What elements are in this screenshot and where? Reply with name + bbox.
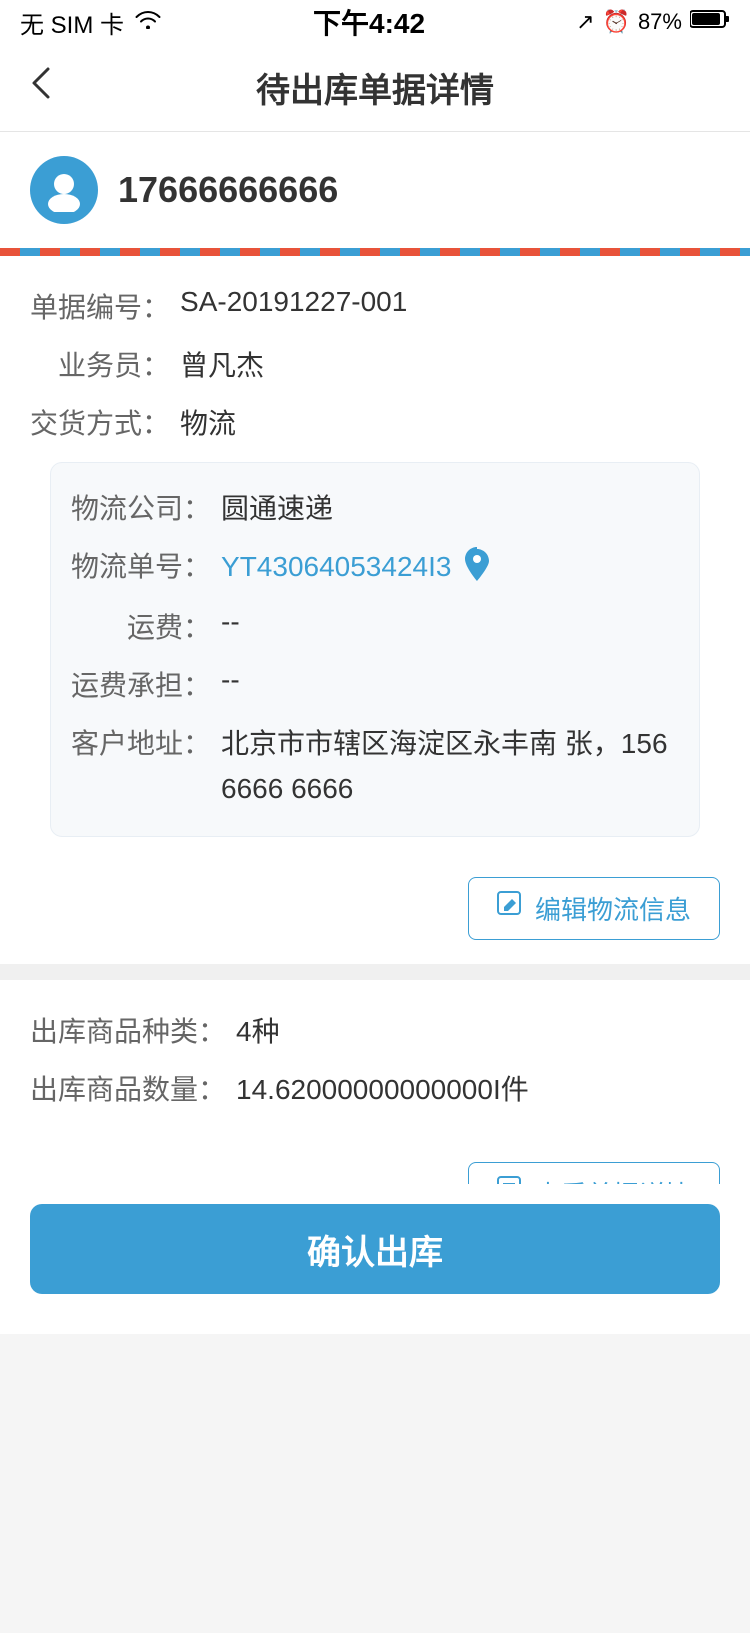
freight-bear-value: -- (221, 664, 679, 696)
logistics-tracking-row: 物流单号： YT43064053424I3 (71, 545, 679, 588)
salesman-value: 曾凡杰 (180, 344, 720, 384)
product-type-row: 出库商品种类： 4种 (30, 1010, 720, 1050)
freight-bear-row: 运费承担： -- (71, 664, 679, 704)
customer-header: 17666666666 (0, 132, 750, 248)
section-separator (0, 964, 750, 980)
logistics-card: 物流公司： 圆通速递 物流单号： YT43064053424I3 运费： (50, 462, 700, 837)
confirm-outbound-button[interactable]: 确认出库 (30, 1204, 720, 1294)
product-summary: 出库商品种类： 4种 出库商品数量： 14.62000000000000I件 (0, 980, 750, 1146)
location-pin-icon[interactable] (461, 545, 493, 588)
freight-label: 运费： (71, 606, 211, 646)
salesman-row: 业务员： 曾凡杰 (30, 344, 720, 384)
product-type-value: 4种 (236, 1010, 720, 1050)
delivery-label: 交货方式： (30, 402, 170, 442)
page-title: 待出库单据详情 (256, 63, 494, 112)
battery-icon (690, 9, 730, 35)
freight-value: -- (221, 606, 679, 638)
edit-logistics-label: 编辑物流信息 (535, 890, 691, 927)
edit-logistics-button[interactable]: 编辑物流信息 (468, 877, 720, 940)
logistics-company-row: 物流公司： 圆通速递 (71, 487, 679, 527)
content-scroll: 17666666666 单据编号： SA-20191227-001 业务员： 曾… (0, 132, 750, 1633)
freight-bear-label: 运费承担： (71, 664, 211, 704)
carrier-text: 无 SIM 卡 (20, 5, 124, 40)
document-number-row: 单据编号： SA-20191227-001 (30, 286, 720, 326)
status-left: 无 SIM 卡 (20, 5, 162, 40)
logistics-tracking-label: 物流单号： (71, 545, 211, 585)
battery-percent: 87% (638, 9, 682, 35)
status-time: 下午4:42 (313, 2, 425, 42)
address-value: 北京市市辖区海淀区永丰南 张，156 6666 6666 (221, 722, 679, 812)
edit-btn-row: 编辑物流信息 (0, 857, 750, 964)
salesman-label: 业务员： (30, 344, 170, 384)
address-row: 客户地址： 北京市市辖区海淀区永丰南 张，156 6666 6666 (71, 722, 679, 812)
product-quantity-value: 14.62000000000000I件 (236, 1068, 720, 1108)
logistics-tracking-value: YT43064053424I3 (221, 545, 679, 588)
status-right: ↗ ⏰ 87% (576, 9, 730, 35)
status-bar: 无 SIM 卡 下午4:42 ↗ ⏰ 87% (0, 0, 750, 44)
dashed-divider (0, 248, 750, 256)
document-number-value: SA-20191227-001 (180, 286, 720, 318)
product-quantity-label: 出库商品数量： (30, 1068, 226, 1108)
customer-phone: 17666666666 (118, 169, 338, 211)
location-status-icon: ↗ (576, 9, 594, 35)
delivery-row: 交货方式： 物流 (30, 402, 720, 442)
product-type-label: 出库商品种类： (30, 1010, 226, 1050)
alarm-icon: ⏰ (603, 9, 630, 35)
product-quantity-row: 出库商品数量： 14.62000000000000I件 (30, 1068, 720, 1108)
confirm-btn-bar: 确认出库 (0, 1184, 750, 1334)
wifi-icon (134, 8, 162, 36)
freight-row: 运费： -- (71, 606, 679, 646)
avatar (30, 156, 98, 224)
logistics-company-label: 物流公司： (71, 487, 211, 527)
logistics-company-value: 圆通速递 (221, 487, 679, 527)
nav-bar: 待出库单据详情 (0, 44, 750, 132)
delivery-value: 物流 (180, 402, 720, 442)
address-label: 客户地址： (71, 722, 211, 762)
document-number-label: 单据编号： (30, 286, 170, 326)
edit-icon (497, 891, 525, 926)
document-info-section: 单据编号： SA-20191227-001 业务员： 曾凡杰 交货方式： 物流 … (0, 256, 750, 857)
back-button[interactable] (30, 65, 52, 110)
